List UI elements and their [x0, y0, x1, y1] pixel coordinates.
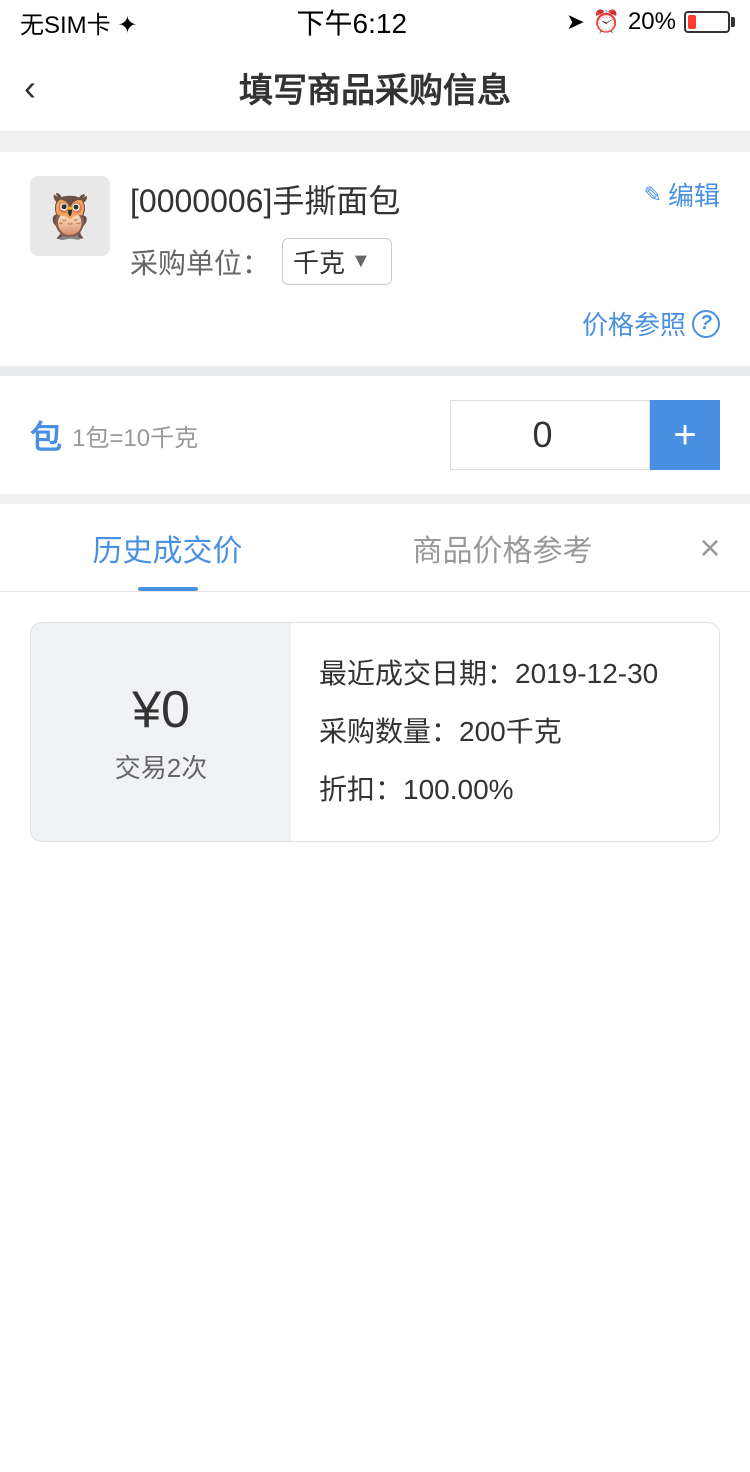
status-right-group: ➤ ⏰ 20%	[566, 8, 730, 36]
bottom-area	[0, 872, 750, 1472]
tab-content: ¥0 交易2次 最近成交日期：2019-12-30 采购数量：200千克 折扣：…	[0, 592, 750, 872]
location-icon: ➤	[566, 9, 584, 35]
quantity-plus-button[interactable]: +	[650, 400, 720, 470]
status-bar: 无SIM卡 ✦ 下午6:12 ➤ ⏰ 20%	[0, 0, 750, 44]
price-ref-icon: ?	[692, 310, 720, 338]
history-card: ¥0 交易2次 最近成交日期：2019-12-30 采购数量：200千克 折扣：…	[30, 622, 720, 842]
quantity-unit-sub: 1包=10千克	[72, 418, 198, 453]
product-unit-row: 采购单位： 千克 ▼	[130, 238, 644, 285]
product-logo-inner: 🦉	[40, 186, 100, 246]
history-detail-quantity: 采购数量：200千克	[319, 711, 691, 753]
quantity-unit-label: 包	[30, 412, 62, 458]
unit-label: 采购单位：	[130, 242, 270, 282]
quantity-input-area: 0 +	[450, 400, 720, 470]
separator-1	[0, 366, 750, 376]
quantity-row: 包 1包=10千克 0 +	[0, 376, 750, 494]
alarm-icon: ⏰	[593, 9, 620, 35]
product-info: 🦉 [0000006]手撕面包 采购单位： 千克 ▼	[30, 176, 644, 285]
product-name: [0000006]手撕面包	[130, 176, 644, 222]
status-carrier: 无SIM卡 ✦	[20, 5, 137, 40]
product-name-area: [0000006]手撕面包 采购单位： 千克 ▼	[130, 176, 644, 285]
history-detail-discount: 折扣：100.00%	[319, 769, 691, 811]
edit-button[interactable]: ✎ 编辑	[644, 176, 720, 213]
status-time: 下午6:12	[297, 2, 408, 42]
product-actions-row: 价格参照 ?	[30, 305, 720, 342]
battery-fill	[688, 15, 696, 29]
product-logo: 🦉	[30, 176, 110, 256]
unit-select[interactable]: 千克 ▼	[282, 238, 392, 285]
tab-close-button[interactable]: ×	[670, 504, 750, 591]
nav-bar: ‹ 填写商品采购信息	[0, 44, 750, 132]
history-detail-date: 最近成交日期：2019-12-30	[319, 653, 691, 695]
edit-icon: ✎	[644, 182, 662, 208]
quantity-label: 包 1包=10千克	[30, 412, 198, 458]
carrier-text: 无SIM卡 ✦	[20, 5, 137, 40]
battery-icon	[684, 11, 730, 33]
price-ref-button[interactable]: 价格参照 ?	[582, 305, 720, 342]
tab-history-price[interactable]: 历史成交价	[0, 504, 335, 591]
price-ref-label: 价格参照	[582, 305, 686, 342]
product-card: 🦉 [0000006]手撕面包 采购单位： 千克 ▼ ✎ 编辑	[0, 152, 750, 366]
battery-percent: 20%	[628, 8, 676, 36]
unit-value: 千克	[293, 243, 345, 280]
tab-product-price-ref[interactable]: 商品价格参考	[335, 504, 670, 591]
history-price: ¥0	[132, 680, 190, 740]
tabs-panel: 历史成交价 商品价格参考 × ¥0 交易2次 最近成交日期：2019-12-30…	[0, 504, 750, 872]
tabs-header: 历史成交价 商品价格参考 ×	[0, 504, 750, 592]
history-card-right: 最近成交日期：2019-12-30 采购数量：200千克 折扣：100.00%	[291, 623, 719, 841]
history-times: 交易2次	[115, 748, 207, 785]
product-header: 🦉 [0000006]手撕面包 采购单位： 千克 ▼ ✎ 编辑	[30, 176, 720, 285]
unit-select-arrow: ▼	[351, 250, 371, 273]
quantity-input[interactable]: 0	[450, 400, 650, 470]
history-card-left: ¥0 交易2次	[31, 623, 291, 841]
back-button[interactable]: ‹	[24, 67, 36, 109]
page-title: 填写商品采购信息	[239, 63, 511, 112]
